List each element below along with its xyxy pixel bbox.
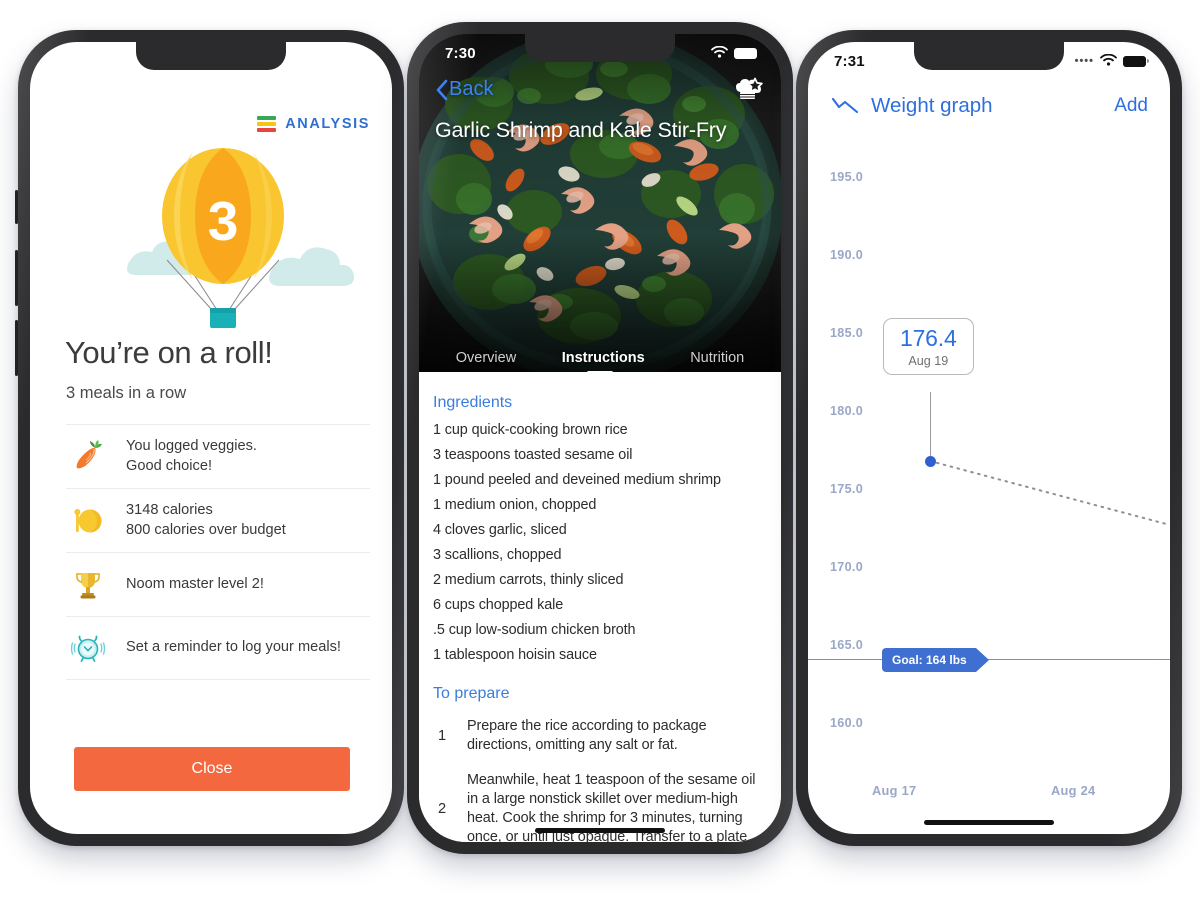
list-item-text: 3148 calories 800 calories over budget — [126, 501, 286, 540]
notch — [525, 34, 675, 62]
list-item[interactable]: 3148 calories 800 calories over budget — [66, 488, 370, 552]
list-item: 3 scallions, chopped — [433, 547, 562, 563]
insight-list: You logged veggies. Good choice! 3148 ca… — [66, 424, 370, 680]
list-item-line2: Good choice! — [126, 457, 212, 474]
weight-chart[interactable]: 195.0 190.0 185.0 180.0 175.0 170.0 165.… — [808, 130, 1170, 834]
list-item: 1 medium onion, chopped — [433, 497, 597, 513]
back-button[interactable]: Back — [435, 78, 493, 101]
status-time: 7:30 — [445, 44, 476, 62]
phone1-screen: ANALYSIS 3 You’re on a roll! 3 meals in … — [30, 42, 392, 834]
wifi-icon — [1100, 53, 1117, 70]
list-item-text: Set a reminder to log your meals! — [126, 639, 341, 656]
list-item-line1: 3148 calories — [126, 502, 213, 519]
volume-up-button[interactable] — [15, 250, 18, 306]
data-point[interactable] — [925, 456, 936, 467]
step-text: Prepare the rice according to package di… — [467, 718, 707, 753]
x-axis-tick: Aug 17 — [872, 783, 917, 798]
list-item: 2 medium carrots, thinly sliced — [433, 572, 624, 588]
line-chart-icon — [831, 95, 859, 118]
list-item: 1 Prepare the rice according to package … — [433, 717, 767, 754]
svg-text:3: 3 — [208, 190, 239, 252]
page-subtitle: 3 meals in a row — [66, 384, 187, 402]
callout-stem — [930, 392, 931, 462]
page-title: You’re on a roll! — [65, 335, 273, 370]
weight-graph-header: Weight graph Add — [808, 82, 1170, 130]
analysis-bars-icon — [257, 116, 277, 132]
phone-mockup-analysis: ANALYSIS 3 You’re on a roll! 3 meals in … — [15, 30, 404, 846]
tab-nutrition[interactable]: Nutrition — [690, 350, 744, 366]
weight-callout[interactable]: 176.4 Aug 19 — [883, 318, 974, 375]
x-axis-tick: Aug 24 — [1051, 783, 1096, 798]
phone-mockup-weight-graph: 7:31 •••• Weight graph Add 195.0 190.0 1… — [796, 30, 1182, 846]
add-button[interactable]: Add — [1114, 95, 1148, 117]
carrot-icon — [66, 439, 110, 474]
list-item: 1 pound peeled and deveined medium shrim… — [433, 472, 721, 488]
callout-value: 176.4 — [900, 325, 957, 351]
signal-dots-icon: •••• — [1074, 55, 1094, 67]
prepare-heading: To prepare — [433, 685, 510, 702]
ingredients-list: 1 cup quick-cooking brown rice 3 teaspoo… — [419, 422, 781, 663]
chevron-left-icon — [436, 79, 448, 100]
close-button[interactable]: Close — [74, 747, 350, 791]
volume-down-button[interactable] — [15, 320, 18, 376]
plate-icon — [66, 504, 110, 538]
battery-icon — [1123, 55, 1149, 67]
page-title: Weight graph — [871, 94, 993, 117]
list-item-text: You logged veggies. Good choice! — [126, 437, 257, 476]
battery-icon — [734, 47, 760, 59]
alarm-clock-icon — [66, 631, 110, 665]
analysis-label: ANALYSIS — [285, 116, 370, 132]
notch — [914, 42, 1064, 70]
screenshot-canvas: ANALYSIS 3 You’re on a roll! 3 meals in … — [0, 0, 1200, 900]
hot-air-balloon-illustration: 3 — [30, 142, 392, 332]
wifi-icon — [711, 45, 728, 62]
callout-date: Aug 19 — [908, 354, 949, 368]
list-item: 3 teaspoons toasted sesame oil — [433, 447, 633, 463]
list-item: 1 tablespoon hoisin sauce — [433, 647, 597, 663]
list-item: 4 cloves garlic, sliced — [433, 522, 567, 538]
back-label: Back — [449, 78, 494, 100]
recipe-title: Garlic Shrimp and Kale Stir-Fry — [435, 118, 727, 142]
phone-mockup-recipe: Back Garlic Shrimp and Kale Stir-Fry Ove… — [407, 22, 793, 854]
instructions-sheet: Ingredients 1 cup quick-cooking brown ri… — [419, 371, 781, 842]
notch — [136, 42, 286, 70]
home-indicator[interactable] — [924, 820, 1054, 825]
chef-hat-star-icon[interactable] — [733, 76, 763, 111]
status-time: 7:31 — [834, 52, 865, 70]
home-indicator[interactable] — [535, 828, 665, 833]
tab-overview[interactable]: Overview — [456, 350, 516, 366]
prepare-steps: 1 Prepare the rice according to package … — [419, 717, 781, 842]
list-item[interactable]: You logged veggies. Good choice! — [66, 424, 370, 488]
sheet-caret-icon — [587, 371, 613, 384]
step-number: 2 — [437, 800, 447, 817]
list-item-line1: You logged veggies. — [126, 438, 257, 455]
list-item: .5 cup low-sodium chicken broth — [433, 622, 636, 638]
step-number: 1 — [437, 727, 447, 744]
mute-switch[interactable] — [15, 190, 18, 224]
trend-line — [929, 460, 1170, 526]
list-item: 1 cup quick-cooking brown rice — [433, 422, 628, 438]
list-item: 6 cups chopped kale — [433, 597, 564, 613]
list-item-text: Noom master level 2! — [126, 575, 264, 592]
phone2-screen: Back Garlic Shrimp and Kale Stir-Fry Ove… — [419, 34, 781, 842]
tab-instructions[interactable]: Instructions — [562, 350, 645, 366]
analysis-logo: ANALYSIS — [257, 116, 370, 132]
list-item[interactable]: Noom master level 2! — [66, 552, 370, 616]
phone3-screen: 7:31 •••• Weight graph Add 195.0 190.0 1… — [808, 42, 1170, 834]
recipe-tabs: Overview Instructions Nutrition — [419, 350, 781, 366]
recipe-hero: Back Garlic Shrimp and Kale Stir-Fry Ove… — [419, 34, 781, 372]
trophy-icon — [66, 568, 110, 602]
list-item[interactable]: Set a reminder to log your meals! — [66, 616, 370, 680]
ingredients-heading: Ingredients — [433, 394, 513, 411]
list-item-line2: 800 calories over budget — [126, 521, 286, 538]
